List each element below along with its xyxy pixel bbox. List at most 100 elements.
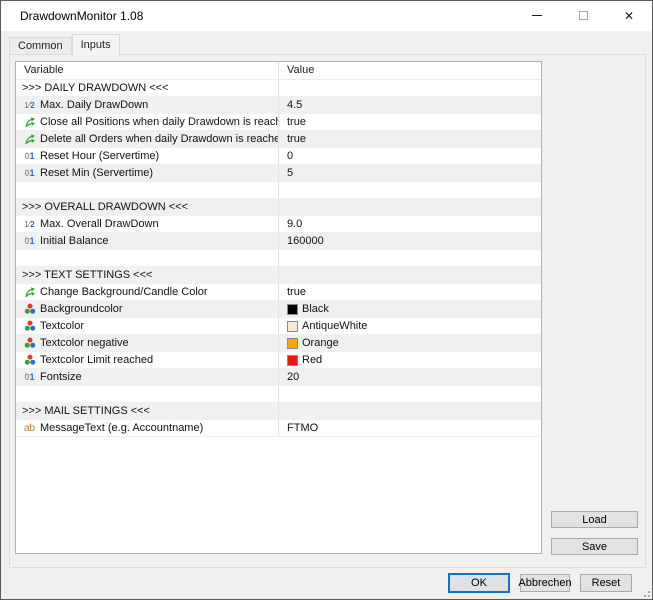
variable-cell [16,250,278,266]
close-button[interactable]: ✕ [606,1,652,30]
table-row[interactable]: Backgroundcolor Black [16,301,541,318]
color-type-icon [22,337,37,349]
empty-row[interactable] [16,182,541,199]
value-cell[interactable]: 9.0 [278,216,541,232]
section-row[interactable]: >>> DAILY DRAWDOWN <<< [16,80,541,97]
value-cell[interactable] [278,403,541,419]
section-row[interactable]: >>> MAIL SETTINGS <<< [16,403,541,420]
variable-cell: 1 ⁄ 2 Max. Overall DrawDown [16,216,278,232]
table-row[interactable]: 0 1 Reset Min (Servertime) 5 [16,165,541,182]
table-row[interactable]: 0 1 Reset Hour (Servertime) 0 [16,148,541,165]
ok-button[interactable]: OK [448,573,510,593]
integer-type-icon: 01 [24,372,35,382]
load-button-label: Load [582,513,607,526]
variable-cell: 0 1 Reset Min (Servertime) [16,165,278,181]
value-text: Red [302,354,323,366]
tab-inputs[interactable]: Inputs [71,34,120,55]
value-cell[interactable] [278,80,541,96]
section-row[interactable]: >>> TEXT SETTINGS <<< [16,267,541,284]
value-cell[interactable]: Orange [278,335,541,351]
string-type-icon: ab [23,422,36,434]
inputs-tab-page: Variable Value >>> DAILY DRAWDOWN <<< 1 ⁄ 2… [9,54,646,568]
table-row[interactable]: Textcolor AntiqueWhite [16,318,541,335]
variable-label: Delete all Orders when daily Drawdown is… [40,133,278,145]
boolean-type-icon [22,116,37,128]
value-cell[interactable]: Black [278,301,541,317]
table-row[interactable]: Textcolor negative Orange [16,335,541,352]
value-text: AntiqueWhite [302,320,368,332]
value-cell[interactable] [278,267,541,283]
value-cell[interactable]: FTMO [278,420,541,436]
table-row[interactable]: Change Background/Candle Color true [16,284,541,301]
value-text: 5 [287,167,294,179]
value-text: Orange [302,337,339,349]
value-cell[interactable]: true [278,284,541,300]
table-row[interactable]: 1 ⁄ 2 Max. Overall DrawDown 9.0 [16,216,541,233]
table-row[interactable]: 0 1 Fontsize 20 [16,369,541,386]
tab-inputs-label: Inputs [80,39,111,51]
variable-label: Initial Balance [40,235,109,247]
table-row[interactable]: 0 1 Initial Balance 160000 [16,233,541,250]
value-cell[interactable]: Red [278,352,541,368]
tab-common[interactable]: Common [9,37,72,54]
table-row[interactable]: 1 ⁄ 2 Max. Daily DrawDown 4.5 [16,97,541,114]
table-row[interactable]: Close all Positions when daily Drawdown … [16,114,541,131]
value-cell[interactable]: true [278,114,541,130]
value-cell[interactable] [278,199,541,215]
variable-label: Textcolor negative [40,337,129,349]
variable-cell: Delete all Orders when daily Drawdown is… [16,131,278,147]
table-row[interactable]: Textcolor Limit reached Red [16,352,541,369]
color-swatch [287,303,298,315]
double-type-icon: 1 ⁄ 2 [24,100,35,110]
variable-cell: >>> DAILY DRAWDOWN <<< [16,80,278,96]
integer-type-icon: 01 [24,236,35,246]
save-button-label: Save [581,540,608,553]
empty-row[interactable] [16,386,541,403]
variable-cell: Backgroundcolor [16,301,278,317]
table-body: >>> DAILY DRAWDOWN <<< 1 ⁄ 2 Max. Daily Draw… [16,80,541,437]
value-text: Black [302,303,329,315]
maximize-button[interactable] [560,1,606,30]
value-cell[interactable] [278,182,541,198]
section-row[interactable]: >>> OVERALL DRAWDOWN <<< [16,199,541,216]
value-cell[interactable]: true [278,131,541,147]
variable-cell: >>> TEXT SETTINGS <<< [16,267,278,283]
color-swatch [287,354,298,366]
value-cell[interactable]: 20 [278,369,541,385]
integer-type-icon: 01 [24,168,35,178]
cancel-button-label: Abbrechen [518,577,572,589]
dialog-window: DrawdownMonitor 1.08 ✕ Common Inputs Var… [0,0,653,600]
variable-cell: 0 1 Fontsize [16,369,278,385]
column-header-value: Value [278,62,541,79]
variable-cell: Textcolor negative [16,335,278,351]
variable-cell: 0 1 Initial Balance [16,233,278,249]
value-cell[interactable]: AntiqueWhite [278,318,541,334]
resize-grip[interactable] [640,587,650,597]
tab-strip: Common Inputs [9,34,120,55]
value-cell[interactable]: 0 [278,148,541,164]
variable-label: >>> TEXT SETTINGS <<< [22,269,153,281]
value-cell[interactable]: 4.5 [278,97,541,113]
value-text: FTMO [287,422,319,434]
variable-cell: Textcolor [16,318,278,334]
close-icon: ✕ [623,8,635,23]
reset-button[interactable]: Reset [580,574,632,592]
table-row[interactable]: Delete all Orders when daily Drawdown is… [16,131,541,148]
value-cell[interactable] [278,250,541,266]
color-swatch [287,337,298,349]
value-cell[interactable] [278,386,541,402]
variable-label: Max. Daily DrawDown [40,99,149,111]
minimize-button[interactable] [514,1,560,30]
load-button[interactable]: Load [551,511,638,528]
value-text: true [287,116,306,128]
minimize-icon [532,15,542,16]
variable-label: Close all Positions when daily Drawdown … [40,116,278,128]
value-cell[interactable]: 5 [278,165,541,181]
value-cell[interactable]: 160000 [278,233,541,249]
table-row[interactable]: ab MessageText (e.g. Accountname) FTMO [16,420,541,437]
variable-label: MessageText (e.g. Accountname) [40,422,204,434]
cancel-button[interactable]: Abbrechen [518,574,572,592]
save-button[interactable]: Save [551,538,638,555]
variable-cell: 0 1 Reset Hour (Servertime) [16,148,278,164]
empty-row[interactable] [16,250,541,267]
